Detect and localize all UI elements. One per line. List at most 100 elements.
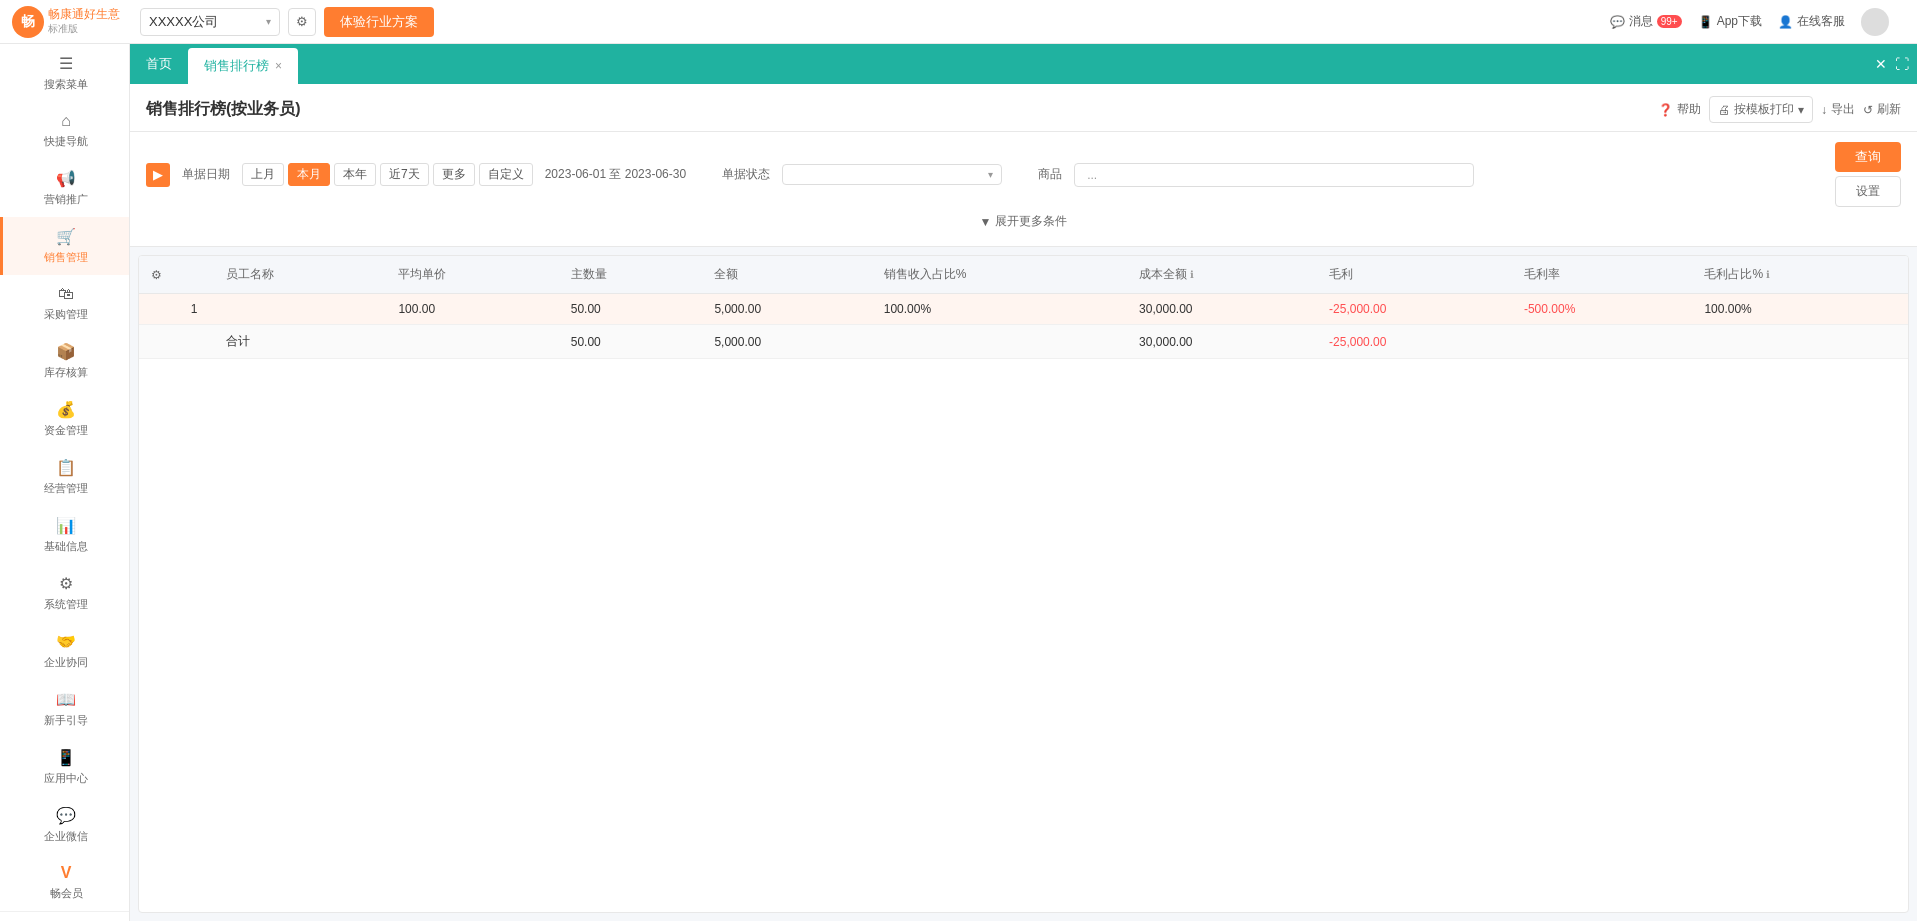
header-actions: ❓ 帮助 🖨 按模板打印 ▾ ↓ 导出 ↺ <box>1658 96 1901 123</box>
page-header: 销售排行榜(按业务员) ❓ 帮助 🖨 按模板打印 ▾ ↓ <box>130 84 1917 132</box>
row-avg-price: 100.00 <box>386 294 558 325</box>
settings-button[interactable]: 设置 <box>1835 176 1901 207</box>
logo-area: 畅 畅康通好生意 标准版 <box>12 6 132 38</box>
ranking-table: ⚙ 员工名称 平均单价 主数量 全额 销售收入占比% 成本全额 ℹ 毛利 毛利率 <box>139 256 1908 359</box>
tab-sales-ranking[interactable]: 销售排行榜 × <box>188 48 298 84</box>
date-btn-7days[interactable]: 近7天 <box>380 163 429 186</box>
sidebar-label-finance: 资金管理 <box>44 423 88 438</box>
date-btn-last-month[interactable]: 上月 <box>242 163 284 186</box>
sidebar-item-member[interactable]: V 畅会员 <box>0 854 129 911</box>
sidebar-item-search-order[interactable]: ☰ 搜索菜单 <box>0 44 129 102</box>
sidebar-item-beginner-guide[interactable]: 📖 新手引导 <box>0 680 129 738</box>
status-select[interactable]: ▾ <box>782 164 1002 185</box>
finance-icon: 💰 <box>56 400 76 419</box>
table-body: 1 100.00 50.00 5,000.00 100.00% 30,000.0… <box>139 294 1908 325</box>
main-area: ☰ 搜索菜单 ⌂ 快捷导航 📢 营销推广 🛒 销售管理 🛍 采购管理 📦 库 <box>0 44 1917 921</box>
page-title: 销售排行榜(按业务员) <box>146 99 301 120</box>
sidebar-label-system: 系统管理 <box>44 597 88 612</box>
inventory-icon: 📦 <box>56 342 76 361</box>
search-icon: ☰ <box>59 54 73 73</box>
filter-expand-arrow[interactable]: ▶ <box>146 163 170 187</box>
sidebar-item-app-center[interactable]: 📱 应用中心 <box>0 738 129 796</box>
print-chevron-icon: ▾ <box>1798 103 1804 117</box>
sidebar-label-basicinfo: 基础信息 <box>44 539 88 554</box>
message-badge: 99+ <box>1657 15 1682 28</box>
date-btn-this-month[interactable]: 本月 <box>288 163 330 186</box>
sidebar-item-operations[interactable]: 📋 经营管理 <box>0 448 129 506</box>
filter-area: ▶ 单据日期 上月 本月 本年 近7天 更多 自定义 2023-06-01 <box>130 132 1917 247</box>
table-header: ⚙ 员工名称 平均单价 主数量 全额 销售收入占比% 成本全额 ℹ 毛利 毛利率 <box>139 256 1908 294</box>
company-selector[interactable]: XXXXX公司 ▾ <box>140 8 280 36</box>
footer-rank-col <box>174 325 214 359</box>
sidebar-label-purchase: 采购管理 <box>44 307 88 322</box>
tab-fullscreen-icon[interactable]: ⛶ <box>1895 56 1909 72</box>
col-avg-price: 平均单价 <box>386 256 558 294</box>
print-button[interactable]: 🖨 按模板打印 ▾ <box>1709 96 1813 123</box>
row-settings <box>139 294 174 325</box>
footer-amount: 5,000.00 <box>702 325 871 359</box>
home-icon: ⌂ <box>61 112 71 130</box>
avatar[interactable] <box>1861 8 1889 36</box>
settings-icon[interactable]: ⚙ <box>288 8 316 36</box>
row-amount: 5,000.00 <box>702 294 871 325</box>
date-btn-more[interactable]: 更多 <box>433 163 475 186</box>
top-bar-right: 💬 消息 99+ 📱 App下载 👤 在线客服 <box>1610 8 1905 36</box>
expand-conditions-button[interactable]: ▼ 展开更多条件 <box>980 213 1068 230</box>
export-button[interactable]: ↓ 导出 <box>1821 101 1855 118</box>
sidebar-item-finance[interactable]: 💰 资金管理 <box>0 390 129 448</box>
help-label: 帮助 <box>1677 101 1701 118</box>
goods-filter-label: 商品 <box>1038 166 1062 183</box>
date-btn-this-year[interactable]: 本年 <box>334 163 376 186</box>
col-settings[interactable]: ⚙ <box>139 256 174 294</box>
logo-icon: 畅 <box>12 6 44 38</box>
sidebar-label-quicknav: 快捷导航 <box>44 134 88 149</box>
print-icon: 🖨 <box>1718 103 1730 117</box>
trial-button[interactable]: 体验行业方案 <box>324 7 434 37</box>
sidebar-item-enterprise-collab[interactable]: 🤝 企业协同 <box>0 622 129 680</box>
row-cost-amount: 30,000.00 <box>1127 294 1317 325</box>
tab-close-icon[interactable]: × <box>275 59 282 73</box>
row-sales-pct: 100.00% <box>872 294 1127 325</box>
sidebar-bottom: ⚙ ◀ <box>0 911 129 921</box>
row-gross-profit: -25,000.00 <box>1317 294 1512 325</box>
help-icon: ❓ <box>1658 103 1673 117</box>
online-service-button[interactable]: 👤 在线客服 <box>1778 13 1845 30</box>
refresh-label: 刷新 <box>1877 101 1901 118</box>
sidebar-item-enterprise-wechat[interactable]: 💬 企业微信 <box>0 796 129 854</box>
refresh-icon: ↺ <box>1863 103 1873 117</box>
message-label: 消息 <box>1629 13 1653 30</box>
tab-close-all-icon[interactable]: ✕ <box>1875 56 1887 72</box>
sidebar-item-purchase-mgmt[interactable]: 🛍 采购管理 <box>0 275 129 332</box>
help-button[interactable]: ❓ 帮助 <box>1658 101 1701 118</box>
wechat-icon: 💬 <box>56 806 76 825</box>
cost-hint-icon: ℹ <box>1190 269 1194 280</box>
sidebar-item-sales-mgmt[interactable]: 🛒 销售管理 <box>0 217 129 275</box>
footer-gross-margin <box>1512 325 1692 359</box>
sidebar-label-marketing: 营销推广 <box>44 192 88 207</box>
logo-text: 畅康通好生意 <box>48 7 120 21</box>
sidebar-item-basic-info[interactable]: 📊 基础信息 <box>0 506 129 564</box>
row-gross-pct: 100.00% <box>1692 294 1908 325</box>
col-gross-pct: 毛利占比% ℹ <box>1692 256 1908 294</box>
sidebar-item-quick-nav[interactable]: ⌂ 快捷导航 <box>0 102 129 159</box>
date-btn-custom[interactable]: 自定义 <box>479 163 533 186</box>
refresh-button[interactable]: ↺ 刷新 <box>1863 101 1901 118</box>
query-button[interactable]: 查询 <box>1835 142 1901 172</box>
message-button[interactable]: 💬 消息 99+ <box>1610 13 1682 30</box>
col-amount: 全额 <box>702 256 871 294</box>
app-download-button[interactable]: 📱 App下载 <box>1698 13 1762 30</box>
goods-input[interactable]: ... <box>1074 163 1474 187</box>
sidebar-item-system[interactable]: ⚙ 系统管理 <box>0 564 129 622</box>
sidebar-item-inventory[interactable]: 📦 库存核算 <box>0 332 129 390</box>
expand-icon: ▼ <box>980 215 992 229</box>
date-range-display: 2023-06-01 至 2023-06-30 <box>545 166 686 183</box>
footer-avg-price <box>386 325 558 359</box>
tab-home[interactable]: 首页 <box>130 44 188 84</box>
action-buttons: 查询 设置 <box>1835 142 1901 207</box>
sidebar-item-marketing[interactable]: 📢 营销推广 <box>0 159 129 217</box>
app-download-label: App下载 <box>1717 13 1762 30</box>
filter-row: ▶ 单据日期 上月 本月 本年 近7天 更多 自定义 2023-06-01 <box>146 142 1901 207</box>
member-icon: V <box>61 864 72 882</box>
tab-bar: 首页 销售排行榜 × ✕ ⛶ <box>130 44 1917 84</box>
goods-more-icon[interactable]: ... <box>1087 168 1097 182</box>
